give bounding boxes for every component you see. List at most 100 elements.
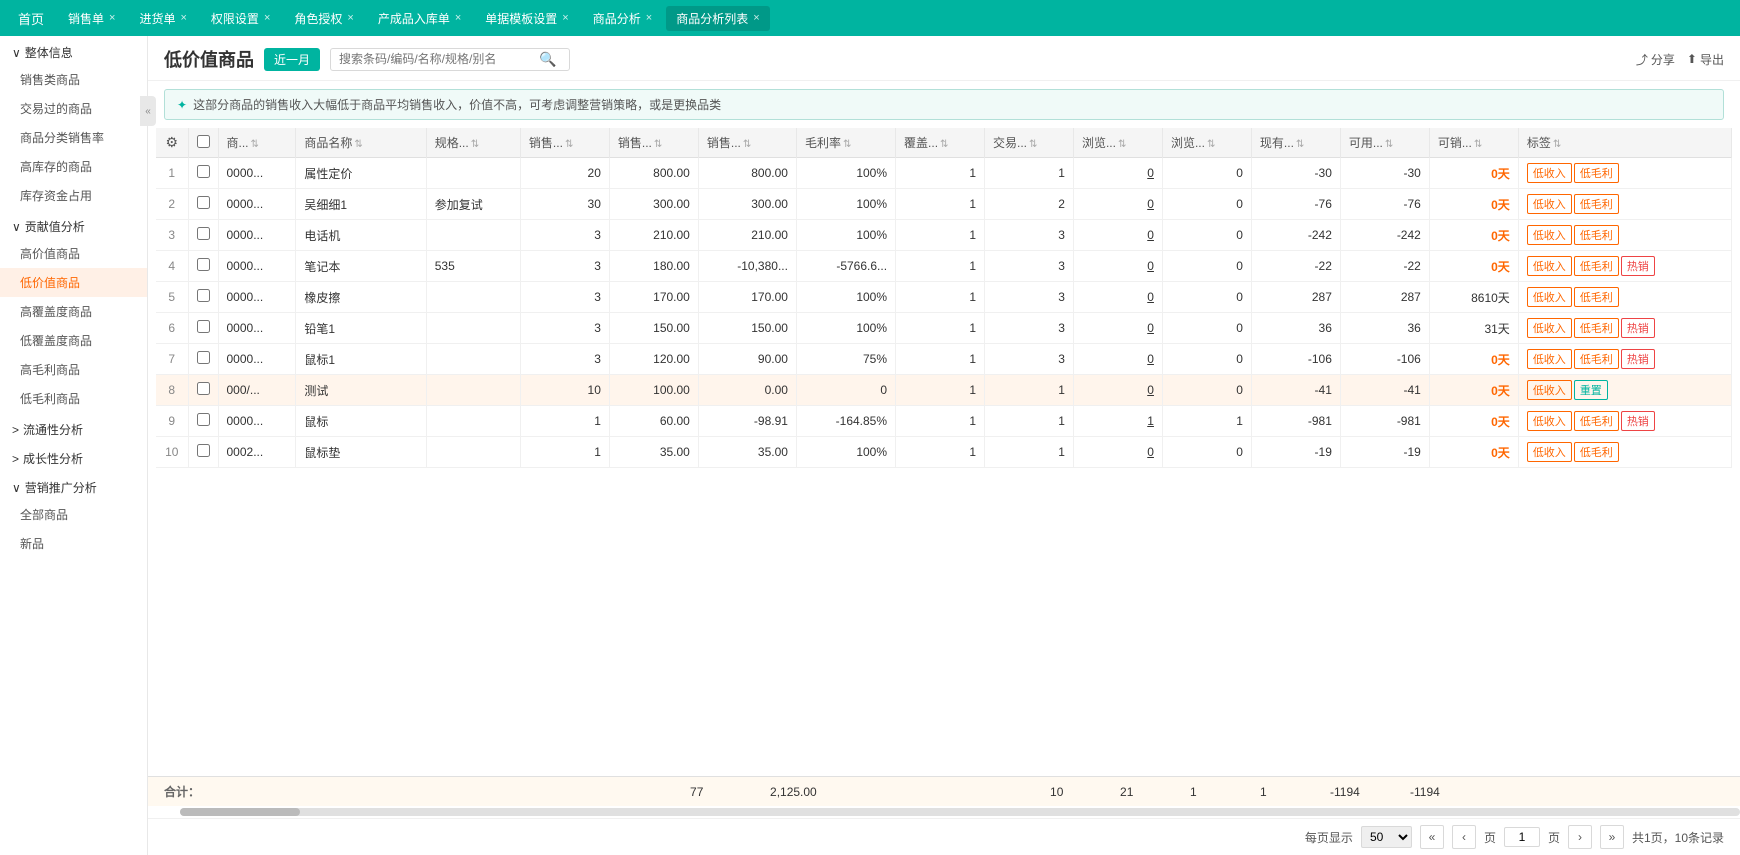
search-input[interactable] <box>339 52 539 66</box>
nav-tab-template[interactable]: 单据模板设置 × <box>475 6 578 31</box>
row-checkbox[interactable] <box>197 196 210 209</box>
td-browse1[interactable]: 0 <box>1073 189 1162 220</box>
sidebar-item-low-coverage[interactable]: 低覆盖度商品 <box>0 326 147 355</box>
sidebar-item-sales-products[interactable]: 销售类商品 <box>0 65 147 94</box>
sidebar-item-low-margin[interactable]: 低毛利商品 <box>0 384 147 413</box>
sidebar-group-contribution[interactable]: ∨ 贡献值分析 <box>0 210 147 239</box>
close-icon[interactable]: × <box>562 12 568 24</box>
browse-link[interactable]: 0 <box>1147 352 1154 366</box>
browse-link[interactable]: 0 <box>1147 383 1154 397</box>
td-browse1[interactable]: 0 <box>1073 437 1162 468</box>
th-gross-rate[interactable]: 毛利率⇅ <box>796 128 895 158</box>
sidebar-collapse-button[interactable]: « <box>140 96 156 126</box>
td-checkbox[interactable] <box>188 158 218 189</box>
gear-icon[interactable]: ⚙ <box>165 134 178 150</box>
browse-link[interactable]: 0 <box>1147 321 1154 335</box>
close-icon[interactable]: × <box>347 12 353 24</box>
nav-tab-role[interactable]: 角色授权 × <box>284 6 363 31</box>
td-checkbox[interactable] <box>188 406 218 437</box>
sidebar-item-traded-products[interactable]: 交易过的商品 <box>0 94 147 123</box>
td-checkbox[interactable] <box>188 220 218 251</box>
td-browse1[interactable]: 1 <box>1073 406 1162 437</box>
close-icon[interactable]: × <box>455 12 461 24</box>
row-checkbox[interactable] <box>197 227 210 240</box>
td-checkbox[interactable] <box>188 189 218 220</box>
nav-home[interactable]: 首页 <box>8 5 54 32</box>
filter-button[interactable]: 近一月 <box>264 48 320 71</box>
sidebar-item-high-margin[interactable]: 高毛利商品 <box>0 355 147 384</box>
browse-link[interactable]: 0 <box>1147 197 1154 211</box>
close-icon[interactable]: × <box>646 12 652 24</box>
th-code[interactable]: 商...⇅ <box>218 128 296 158</box>
th-browse2[interactable]: 浏览...⇅ <box>1162 128 1251 158</box>
browse-link[interactable]: 1 <box>1147 414 1154 428</box>
th-name[interactable]: 商品名称⇅ <box>296 128 426 158</box>
browse-link[interactable]: 0 <box>1147 445 1154 459</box>
row-checkbox[interactable] <box>197 320 210 333</box>
browse-link[interactable]: 0 <box>1147 166 1154 180</box>
td-checkbox[interactable] <box>188 344 218 375</box>
th-tags[interactable]: 标签⇅ <box>1518 128 1731 158</box>
close-icon[interactable]: × <box>264 12 270 24</box>
search-icon[interactable]: 🔍 <box>539 51 556 68</box>
page-input[interactable] <box>1504 827 1540 847</box>
select-all-checkbox[interactable] <box>197 135 210 148</box>
sidebar-item-all-products[interactable]: 全部商品 <box>0 500 147 529</box>
sidebar-item-high-value[interactable]: 高价值商品 <box>0 239 147 268</box>
td-browse1[interactable]: 0 <box>1073 220 1162 251</box>
td-browse1[interactable]: 0 <box>1073 158 1162 189</box>
td-checkbox[interactable] <box>188 313 218 344</box>
td-checkbox[interactable] <box>188 437 218 468</box>
th-sales-amt[interactable]: 销售...⇅ <box>609 128 698 158</box>
close-icon[interactable]: × <box>180 12 186 24</box>
sidebar-item-new-products[interactable]: 新品 <box>0 529 147 558</box>
th-coverage[interactable]: 覆盖...⇅ <box>896 128 985 158</box>
nav-tab-purchase[interactable]: 进货单 × <box>129 6 196 31</box>
row-checkbox[interactable] <box>197 258 210 271</box>
nav-tab-product-instock[interactable]: 产成品入库单 × <box>368 6 471 31</box>
browse-link[interactable]: 0 <box>1147 228 1154 242</box>
nav-tab-analysis[interactable]: 商品分析 × <box>583 6 662 31</box>
row-checkbox[interactable] <box>197 413 210 426</box>
first-page-button[interactable]: « <box>1420 825 1444 849</box>
horizontal-scrollbar[interactable] <box>148 806 1740 818</box>
nav-tab-analysis-list[interactable]: 商品分析列表 × <box>666 6 769 31</box>
th-sales-qty[interactable]: 销售...⇅ <box>520 128 609 158</box>
close-icon[interactable]: × <box>109 12 115 24</box>
nav-tab-sales[interactable]: 销售单 × <box>58 6 125 31</box>
td-checkbox[interactable] <box>188 282 218 313</box>
sidebar-item-high-coverage[interactable]: 高覆盖度商品 <box>0 297 147 326</box>
th-spec[interactable]: 规格...⇅ <box>426 128 520 158</box>
th-checkbox[interactable] <box>188 128 218 158</box>
td-browse1[interactable]: 0 <box>1073 251 1162 282</box>
export-button[interactable]: ⬆ 导出 <box>1687 51 1724 68</box>
td-browse1[interactable]: 0 <box>1073 313 1162 344</box>
th-browse1[interactable]: 浏览...⇅ <box>1073 128 1162 158</box>
td-browse1[interactable]: 0 <box>1073 344 1162 375</box>
th-sales-avg[interactable]: 销售...⇅ <box>698 128 796 158</box>
row-checkbox[interactable] <box>197 289 210 302</box>
prev-page-button[interactable]: ‹ <box>1452 825 1476 849</box>
nav-tab-permission[interactable]: 权限设置 × <box>201 6 280 31</box>
browse-link[interactable]: 0 <box>1147 290 1154 304</box>
sidebar-group-circulation[interactable]: > 流通性分析 <box>0 413 147 442</box>
per-page-select[interactable]: 50 20 100 <box>1361 826 1412 848</box>
td-checkbox[interactable] <box>188 251 218 282</box>
data-table-container[interactable]: ⚙ 商...⇅ 商品名称⇅ 规格...⇅ 销售...⇅ 销售...⇅ 销售...… <box>148 128 1740 776</box>
row-checkbox[interactable] <box>197 444 210 457</box>
next-page-button[interactable]: › <box>1568 825 1592 849</box>
sidebar-group-overall[interactable]: ∨ 整体信息 <box>0 36 147 65</box>
sidebar-group-growth[interactable]: > 成长性分析 <box>0 442 147 471</box>
th-trade[interactable]: 交易...⇅ <box>985 128 1074 158</box>
sidebar-item-inventory-capital[interactable]: 库存资金占用 <box>0 181 147 210</box>
th-current[interactable]: 现有...⇅ <box>1251 128 1340 158</box>
row-checkbox[interactable] <box>197 165 210 178</box>
last-page-button[interactable]: » <box>1600 825 1624 849</box>
row-checkbox[interactable] <box>197 382 210 395</box>
th-saleable[interactable]: 可销...⇅ <box>1429 128 1518 158</box>
sidebar-item-category-sales[interactable]: 商品分类销售率 <box>0 123 147 152</box>
browse-link[interactable]: 0 <box>1147 259 1154 273</box>
td-checkbox[interactable] <box>188 375 218 406</box>
th-gear[interactable]: ⚙ <box>156 128 188 158</box>
sidebar-item-low-value[interactable]: 低价值商品 <box>0 268 147 297</box>
